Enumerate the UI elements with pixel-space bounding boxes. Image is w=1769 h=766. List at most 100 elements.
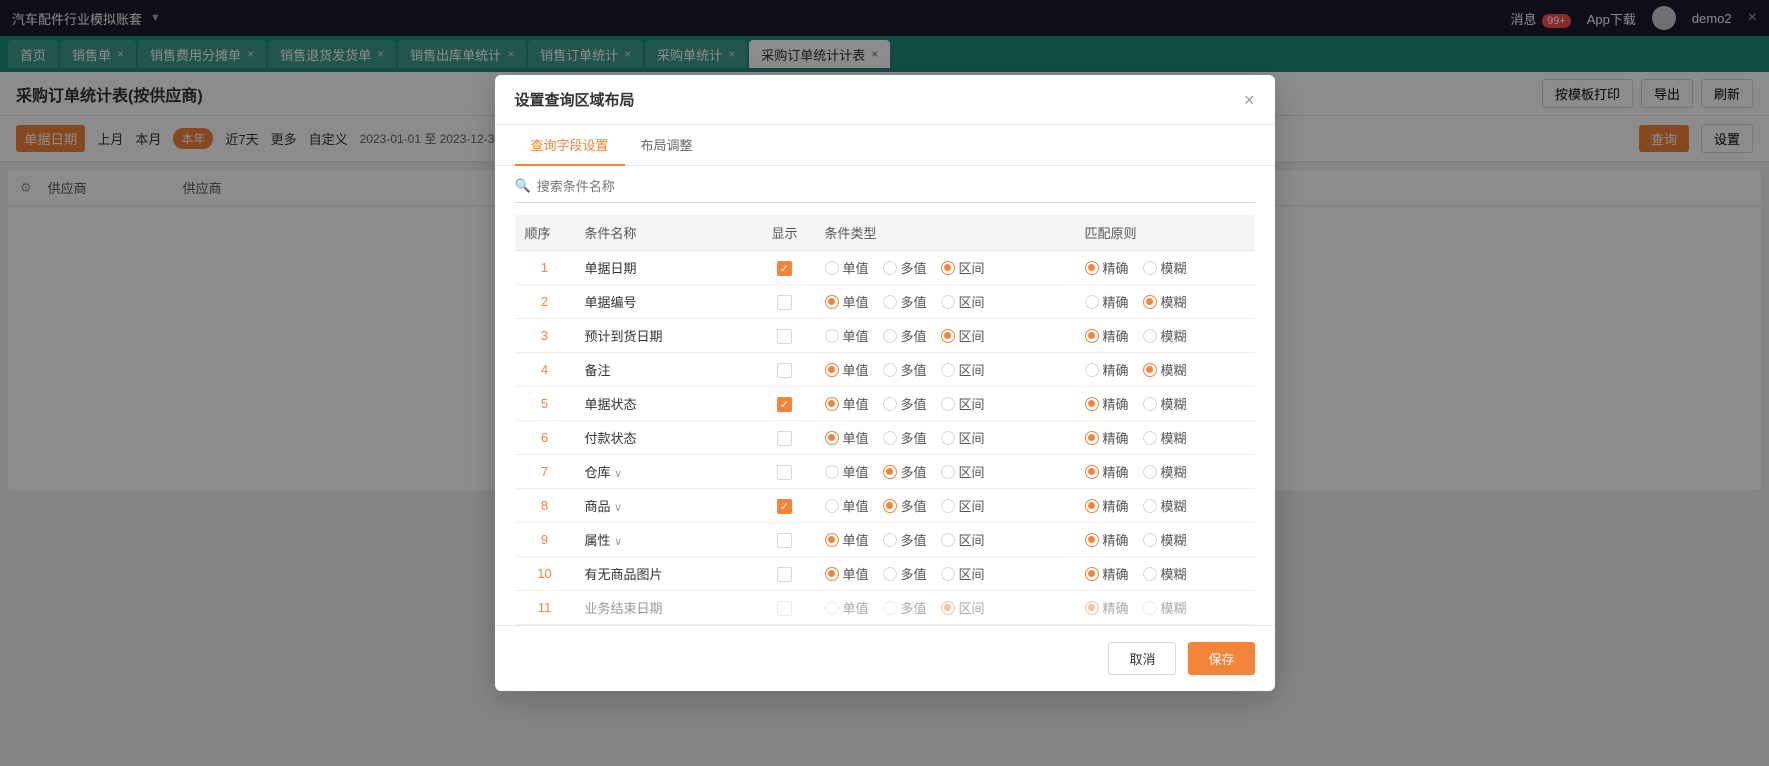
row-display[interactable]	[755, 285, 815, 319]
type-radio-单值[interactable]: 单值	[825, 462, 869, 481]
display-checkbox[interactable]	[777, 363, 792, 378]
match-radio-模糊[interactable]: 模糊	[1143, 326, 1187, 345]
radio-circle	[1143, 363, 1157, 377]
radio-label: 精确	[1103, 598, 1129, 617]
display-checkbox[interactable]: ✓	[777, 499, 792, 514]
row-display[interactable]	[755, 523, 815, 557]
radio-label: 模糊	[1161, 462, 1187, 481]
type-radio-区间[interactable]: 区间	[941, 394, 985, 413]
type-radio-多值[interactable]: 多值	[883, 258, 927, 277]
type-radio-区间[interactable]: 区间	[941, 530, 985, 549]
match-radio-模糊[interactable]: 模糊	[1143, 564, 1187, 583]
type-radio-多值[interactable]: 多值	[883, 326, 927, 345]
radio-circle	[825, 465, 839, 479]
row-display[interactable]	[755, 591, 815, 625]
row-display[interactable]	[755, 319, 815, 353]
match-radio-模糊[interactable]: 模糊	[1143, 462, 1187, 481]
match-radio-精确[interactable]: 精确	[1085, 360, 1129, 379]
radio-label: 区间	[959, 258, 985, 277]
row-display[interactable]: ✓	[755, 489, 815, 523]
type-radio-单值[interactable]: 单值	[825, 292, 869, 311]
type-radio-区间[interactable]: 区间	[941, 258, 985, 277]
radio-label: 精确	[1103, 462, 1129, 481]
type-radio-区间[interactable]: 区间	[941, 598, 985, 617]
display-checkbox[interactable]: ✓	[777, 261, 792, 276]
type-radio-多值[interactable]: 多值	[883, 496, 927, 515]
row-display[interactable]	[755, 421, 815, 455]
display-checkbox[interactable]	[777, 567, 792, 582]
display-checkbox[interactable]	[777, 533, 792, 548]
row-match: 精确模糊	[1075, 591, 1255, 625]
tab-field-settings[interactable]: 查询字段设置	[515, 125, 625, 166]
match-radio-模糊[interactable]: 模糊	[1143, 598, 1187, 617]
type-radio-多值[interactable]: 多值	[883, 564, 927, 583]
radio-circle	[941, 465, 955, 479]
type-radio-区间[interactable]: 区间	[941, 496, 985, 515]
match-radio-模糊[interactable]: 模糊	[1143, 360, 1187, 379]
match-radio-精确[interactable]: 精确	[1085, 496, 1129, 515]
match-radio-模糊[interactable]: 模糊	[1143, 394, 1187, 413]
match-radio-模糊[interactable]: 模糊	[1143, 292, 1187, 311]
match-radio-精确[interactable]: 精确	[1085, 598, 1129, 617]
match-radio-精确[interactable]: 精确	[1085, 428, 1129, 447]
row-display[interactable]: ✓	[755, 387, 815, 421]
type-radio-单值[interactable]: 单值	[825, 326, 869, 345]
search-icon: 🔍	[515, 178, 531, 194]
radio-label: 单值	[843, 496, 869, 515]
display-checkbox[interactable]	[777, 601, 792, 616]
modal-close-button[interactable]: ×	[1244, 91, 1255, 109]
cancel-button[interactable]: 取消	[1108, 642, 1176, 675]
type-radio-单值[interactable]: 单值	[825, 496, 869, 515]
match-radio-精确[interactable]: 精确	[1085, 394, 1129, 413]
type-radio-区间[interactable]: 区间	[941, 360, 985, 379]
match-radio-精确[interactable]: 精确	[1085, 564, 1129, 583]
match-radio-模糊[interactable]: 模糊	[1143, 496, 1187, 515]
radio-label: 模糊	[1161, 394, 1187, 413]
display-checkbox[interactable]	[777, 465, 792, 480]
type-radio-区间[interactable]: 区间	[941, 292, 985, 311]
type-radio-多值[interactable]: 多值	[883, 428, 927, 447]
radio-circle	[883, 465, 897, 479]
display-checkbox[interactable]	[777, 329, 792, 344]
match-radio-精确[interactable]: 精确	[1085, 462, 1129, 481]
type-radio-单值[interactable]: 单值	[825, 258, 869, 277]
type-radio-区间[interactable]: 区间	[941, 564, 985, 583]
search-input[interactable]	[537, 179, 737, 194]
save-button[interactable]: 保存	[1188, 642, 1254, 675]
row-display[interactable]: ✓	[755, 251, 815, 285]
match-radio-模糊[interactable]: 模糊	[1143, 428, 1187, 447]
display-checkbox[interactable]	[777, 295, 792, 310]
row-name: 单据状态	[575, 387, 755, 421]
match-radio-精确[interactable]: 精确	[1085, 530, 1129, 549]
type-radio-多值[interactable]: 多值	[883, 394, 927, 413]
radio-circle	[825, 363, 839, 377]
match-radio-精确[interactable]: 精确	[1085, 326, 1129, 345]
type-radio-单值[interactable]: 单值	[825, 360, 869, 379]
type-radio-单值[interactable]: 单值	[825, 394, 869, 413]
radio-circle	[825, 295, 839, 309]
match-radio-精确[interactable]: 精确	[1085, 258, 1129, 277]
row-display[interactable]	[755, 455, 815, 489]
type-radio-多值[interactable]: 多值	[883, 598, 927, 617]
type-radio-多值[interactable]: 多值	[883, 530, 927, 549]
radio-label: 区间	[959, 462, 985, 481]
match-radio-模糊[interactable]: 模糊	[1143, 530, 1187, 549]
row-display[interactable]	[755, 557, 815, 591]
type-radio-多值[interactable]: 多值	[883, 462, 927, 481]
type-radio-区间[interactable]: 区间	[941, 428, 985, 447]
tab-layout[interactable]: 布局调整	[625, 125, 709, 166]
display-checkbox[interactable]	[777, 431, 792, 446]
type-radio-单值[interactable]: 单值	[825, 564, 869, 583]
type-radio-区间[interactable]: 区间	[941, 462, 985, 481]
display-checkbox[interactable]: ✓	[777, 397, 792, 412]
type-radio-多值[interactable]: 多值	[883, 292, 927, 311]
type-radio-单值[interactable]: 单值	[825, 428, 869, 447]
match-radio-模糊[interactable]: 模糊	[1143, 258, 1187, 277]
type-radio-单值[interactable]: 单值	[825, 530, 869, 549]
match-radio-精确[interactable]: 精确	[1085, 292, 1129, 311]
row-display[interactable]	[755, 353, 815, 387]
type-radio-多值[interactable]: 多值	[883, 360, 927, 379]
type-radio-区间[interactable]: 区间	[941, 326, 985, 345]
row-type: 单值多值区间	[815, 591, 1075, 625]
type-radio-单值[interactable]: 单值	[825, 598, 869, 617]
